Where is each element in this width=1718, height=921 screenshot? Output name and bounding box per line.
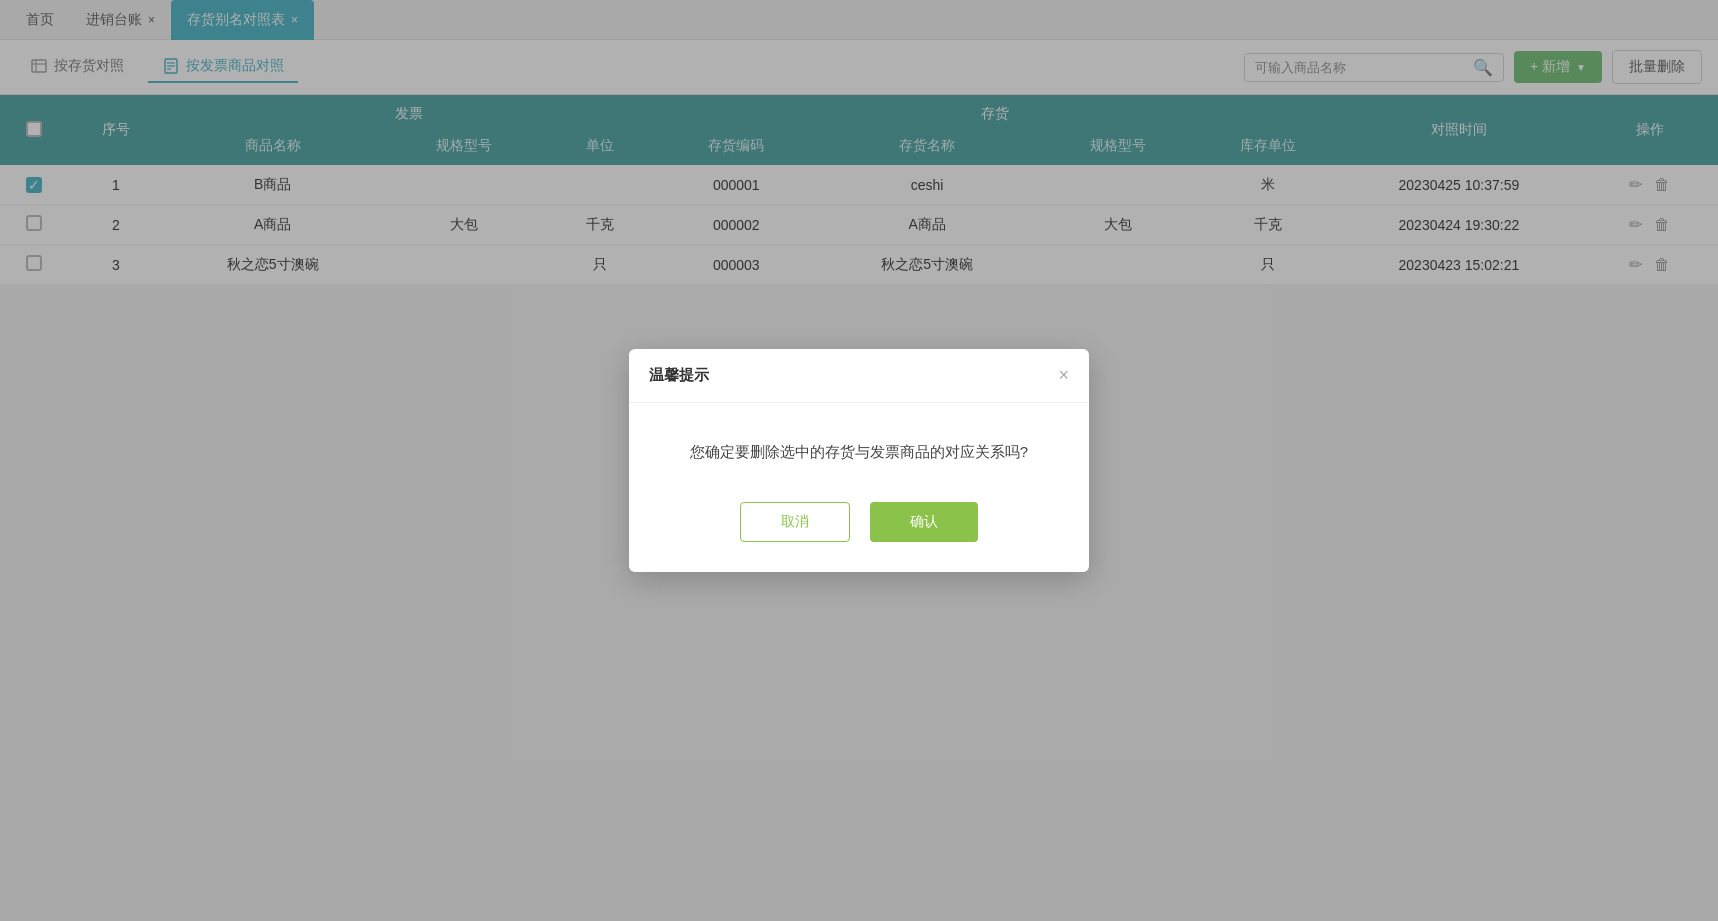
modal-overlay: 温馨提示 × 您确定要删除选中的存货与发票商品的对应关系吗? 取消 确认 [0, 0, 1718, 285]
